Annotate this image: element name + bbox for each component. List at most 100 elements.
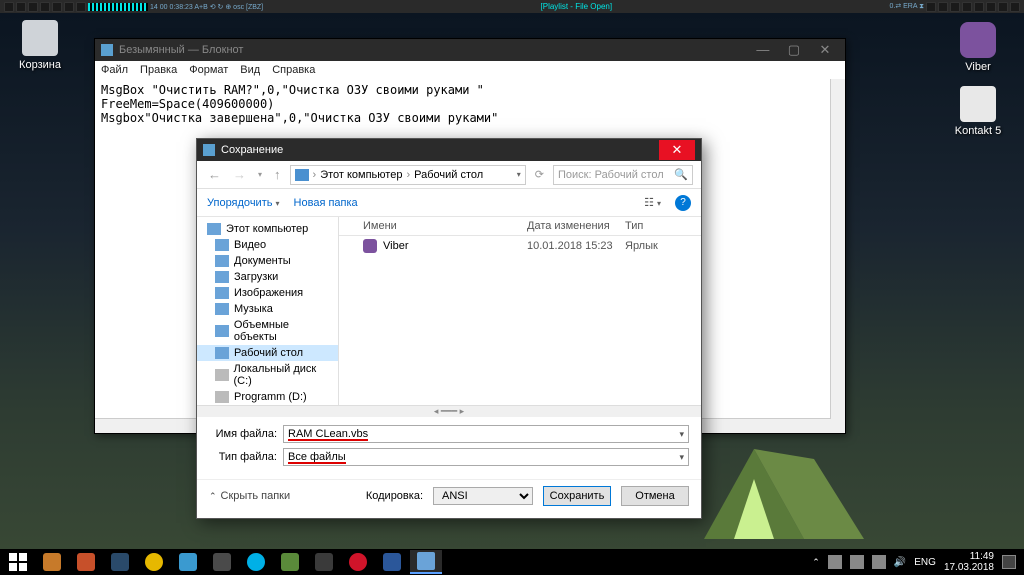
wb-ctrl[interactable] <box>28 2 38 12</box>
tb-app[interactable] <box>206 550 238 574</box>
sidebar-item[interactable]: Programm (D:) <box>197 389 338 405</box>
tb-app[interactable] <box>36 550 68 574</box>
new-folder-button[interactable]: Новая папка <box>294 197 358 209</box>
wb-ctrl[interactable] <box>998 2 1008 12</box>
save-title: Сохранение <box>221 144 283 156</box>
network-icon[interactable] <box>872 555 886 569</box>
filename-input[interactable]: RAM CLean.vbs <box>283 425 689 443</box>
cancel-button[interactable]: Отмена <box>621 486 689 506</box>
sidebar-item[interactable]: Объемные объекты <box>197 317 338 345</box>
organize-button[interactable]: Упорядочить ▾ <box>207 197 280 209</box>
wb-ctrl[interactable] <box>16 2 26 12</box>
folder-icon <box>215 391 229 403</box>
hide-folders-toggle[interactable]: ⌃ Скрыть папки <box>209 490 290 502</box>
menu-edit[interactable]: Правка <box>140 64 177 76</box>
help-button[interactable]: ? <box>675 195 691 211</box>
wb-ctrl[interactable] <box>962 2 972 12</box>
tb-app[interactable] <box>172 550 204 574</box>
wb-ctrl[interactable] <box>4 2 14 12</box>
wb-ctrl[interactable] <box>950 2 960 12</box>
filetype-select[interactable]: Все файлы <box>283 448 689 466</box>
tb-app[interactable] <box>274 550 306 574</box>
view-button[interactable]: ☷ ▾ <box>644 196 661 209</box>
col-date[interactable]: Дата изменения <box>527 220 625 232</box>
taskbar: ⌃ 🔊 ENG 11:4917.03.2018 <box>0 549 1024 575</box>
wb-ctrl[interactable] <box>1010 2 1020 12</box>
sidebar-item[interactable]: Музыка <box>197 301 338 317</box>
col-name[interactable]: Имени <box>347 220 527 232</box>
wb-ctrl[interactable] <box>926 2 936 12</box>
tb-app[interactable] <box>308 550 340 574</box>
tb-opera[interactable] <box>342 550 374 574</box>
notifications-icon[interactable] <box>1002 555 1016 569</box>
wb-ctrl[interactable] <box>974 2 984 12</box>
kontakt-shortcut[interactable]: Kontakt 5 <box>950 86 1006 137</box>
player-title: [Playlist - File Open] <box>265 2 887 11</box>
folder-icon <box>215 347 229 359</box>
filename-label: Имя файла: <box>209 428 277 440</box>
sidebar-item[interactable]: Локальный диск (C:) <box>197 361 338 389</box>
save-button[interactable]: Сохранить <box>543 486 611 506</box>
recent-button[interactable]: ▾ <box>255 170 265 179</box>
save-navbar: ← → ▾ ↑ › Этот компьютер › Рабочий стол … <box>197 161 701 189</box>
menu-help[interactable]: Справка <box>272 64 315 76</box>
volume-icon[interactable]: 🔊 <box>894 557 906 568</box>
menu-format[interactable]: Формат <box>189 64 228 76</box>
tb-app[interactable] <box>104 550 136 574</box>
notepad-titlebar[interactable]: Безымянный — Блокнот — ▢ ✕ <box>95 39 845 61</box>
breadcrumb[interactable]: › Этот компьютер › Рабочий стол ▾ <box>290 165 526 185</box>
encoding-select[interactable]: ANSI <box>433 487 533 505</box>
desktop-background-tent <box>694 439 894 549</box>
tb-app[interactable] <box>240 550 272 574</box>
wb-ctrl[interactable] <box>76 2 86 12</box>
sidebar-header[interactable]: Этот компьютер <box>197 221 338 237</box>
sidebar-item[interactable]: Рабочий стол <box>197 345 338 361</box>
recycle-bin-icon[interactable]: Корзина <box>12 20 68 71</box>
col-type[interactable]: Тип <box>625 220 643 232</box>
menu-view[interactable]: Вид <box>240 64 260 76</box>
close-button[interactable]: ✕ <box>659 140 695 160</box>
sidebar-item[interactable]: Видео <box>197 237 338 253</box>
file-row[interactable]: Viber10.01.2018 15:23Ярлык <box>339 236 701 256</box>
folder-icon <box>215 303 229 315</box>
tb-app[interactable] <box>70 550 102 574</box>
sidebar-item[interactable]: Документы <box>197 253 338 269</box>
sidebar-item[interactable]: Изображения <box>197 285 338 301</box>
clock[interactable]: 11:4917.03.2018 <box>944 551 994 573</box>
back-button[interactable]: ← <box>205 167 224 182</box>
tray-icon[interactable] <box>828 555 842 569</box>
maximize-button[interactable]: ▢ <box>780 40 808 60</box>
kontakt-icon <box>960 86 996 122</box>
wb-ctrl[interactable] <box>938 2 948 12</box>
close-button[interactable]: ✕ <box>811 40 839 60</box>
refresh-button[interactable]: ⟳ <box>532 168 547 181</box>
tb-word[interactable] <box>376 550 408 574</box>
wb-ctrl[interactable] <box>52 2 62 12</box>
save-dialog: Сохранение ✕ ← → ▾ ↑ › Этот компьютер › … <box>196 138 702 519</box>
player-status: 14 00 0:38:23 A+B ⟲ ↻ ⊕ osc [ZBZ] <box>150 3 263 11</box>
wb-ctrl[interactable] <box>40 2 50 12</box>
sidebar-item[interactable]: Загрузки <box>197 269 338 285</box>
tb-app[interactable] <box>138 550 170 574</box>
tray-icon[interactable] <box>850 555 864 569</box>
h-scrollbar[interactable]: ◂ ━━━ ▸ <box>197 405 701 417</box>
search-input[interactable]: Поиск: Рабочий стол 🔍 <box>553 165 693 185</box>
language-indicator[interactable]: ENG <box>914 557 936 568</box>
encoding-label: Кодировка: <box>366 490 423 502</box>
minimize-button[interactable]: — <box>749 40 777 60</box>
tray-chevron-icon[interactable]: ⌃ <box>812 557 820 568</box>
save-icon <box>203 144 215 156</box>
folder-icon <box>215 239 229 251</box>
tb-notepad[interactable] <box>410 550 442 574</box>
start-button[interactable] <box>2 550 34 574</box>
search-icon: 🔍 <box>674 168 688 181</box>
wb-ctrl[interactable] <box>986 2 996 12</box>
wb-ctrl[interactable] <box>64 2 74 12</box>
folder-icon <box>215 325 229 337</box>
up-button[interactable]: ↑ <box>271 167 284 182</box>
save-titlebar[interactable]: Сохранение ✕ <box>197 139 701 161</box>
menu-file[interactable]: Файл <box>101 64 128 76</box>
folder-icon <box>215 271 229 283</box>
forward-button[interactable]: → <box>230 167 249 182</box>
viber-shortcut[interactable]: Viber <box>950 22 1006 73</box>
